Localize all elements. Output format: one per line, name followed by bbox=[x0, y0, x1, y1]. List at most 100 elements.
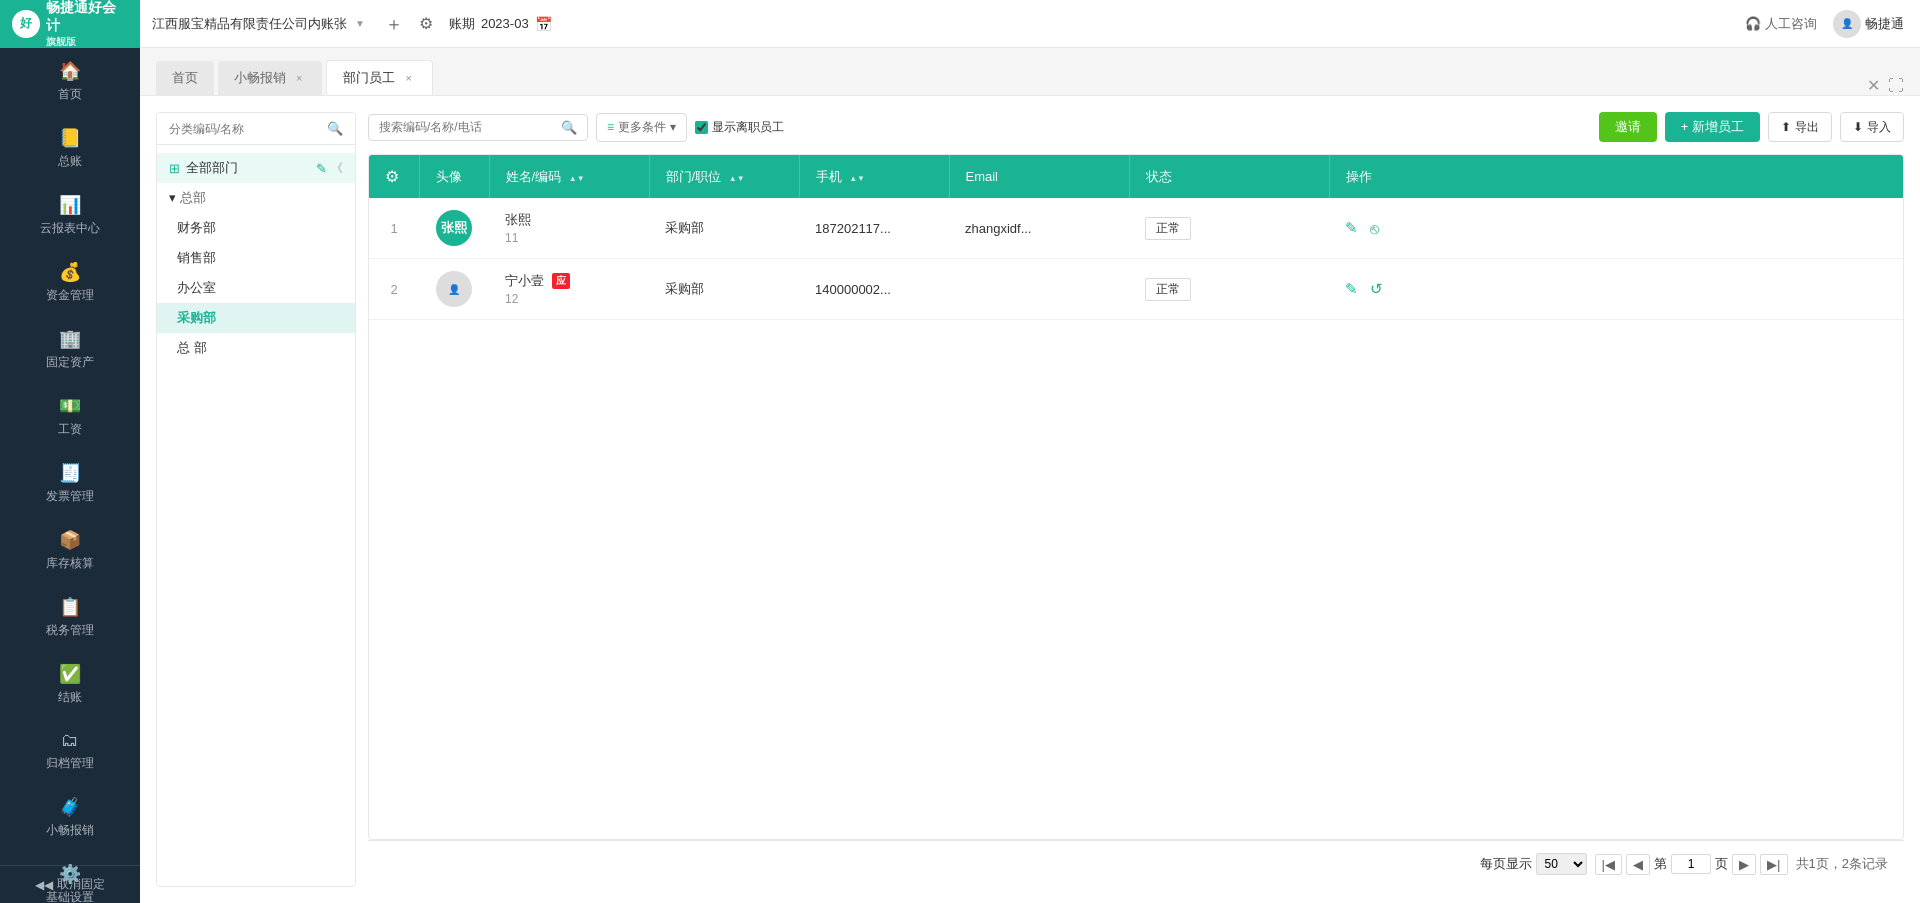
page-navigator: |◀ ◀ 第 页 ▶ ▶| bbox=[1595, 854, 1788, 875]
sidebar-item-ledger[interactable]: 📒 总账 bbox=[0, 115, 140, 182]
checkout-icon: ✅ bbox=[59, 663, 81, 685]
status-badge-2: 正常 bbox=[1145, 278, 1191, 301]
th-avatar: 头像 bbox=[419, 155, 489, 198]
ledger-icon: 📒 bbox=[59, 127, 81, 149]
th-phone-label: 手机 bbox=[816, 169, 842, 184]
filter-icon: ≡ bbox=[607, 120, 614, 134]
archive-icon: 🗂 bbox=[61, 730, 79, 751]
per-page-select[interactable]: 10 20 50 100 bbox=[1536, 853, 1587, 875]
sidebar-item-funds[interactable]: 💰 资金管理 bbox=[0, 249, 140, 316]
prev-page-button[interactable]: ◀ bbox=[1626, 854, 1650, 875]
invite-button[interactable]: 邀请 bbox=[1599, 112, 1657, 142]
import-button[interactable]: ⬇ 导入 bbox=[1840, 112, 1904, 142]
expand-icon[interactable]: ⛶ bbox=[1888, 77, 1904, 95]
dept-all-row[interactable]: ⊞ 全部部门 ✎ 《 bbox=[157, 153, 355, 183]
edit-icon-2[interactable]: ✎ bbox=[1345, 280, 1358, 298]
sidebar-item-archive[interactable]: 🗂 归档管理 bbox=[0, 718, 140, 784]
sort-arrows-dept: ▲▼ bbox=[729, 174, 745, 183]
page-label: 页 bbox=[1715, 855, 1728, 873]
top-bar: 好 畅捷通好会计 旗舰版 江西服宝精品有限责任公司内账张 ▼ ＋ ⚙ 账期 20… bbox=[0, 0, 1920, 48]
tab-expense[interactable]: 小畅报销 × bbox=[218, 61, 322, 95]
tab-dept-close[interactable]: × bbox=[401, 72, 415, 84]
employee-table-container: ⚙ 头像 姓名/编码 ▲▼ 部门/职位 ▲▼ bbox=[368, 154, 1904, 840]
employee-search-icon[interactable]: 🔍 bbox=[561, 120, 577, 135]
edit-icon-1[interactable]: ✎ bbox=[1345, 219, 1358, 237]
avatar-2: 👤 bbox=[436, 271, 472, 307]
user-menu[interactable]: 👤 畅捷通 bbox=[1833, 10, 1904, 38]
content-area: 首页 小畅报销 × 部门员工 × ✕ ⛶ 🔍 bbox=[140, 48, 1920, 903]
dept-item-zongbu2[interactable]: 总 部 bbox=[157, 333, 355, 363]
page-content: 🔍 ⊞ 全部部门 ✎ 《 ▾ bbox=[140, 96, 1920, 903]
sidebar-item-invoice[interactable]: 🧾 发票管理 bbox=[0, 450, 140, 517]
company-selector[interactable]: 江西服宝精品有限责任公司内账张 ▼ bbox=[140, 15, 377, 33]
dept-cell-1: 采购部 bbox=[649, 198, 799, 259]
main-right: 🔍 ≡ 更多条件 ▾ 显示离职员工 邀请 + 新增员工 bbox=[368, 112, 1904, 887]
th-phone[interactable]: 手机 ▲▼ bbox=[799, 155, 949, 198]
status-cell-2: 正常 bbox=[1129, 259, 1329, 320]
add-icon[interactable]: ＋ bbox=[377, 12, 411, 36]
status-badge-1: 正常 bbox=[1145, 217, 1191, 240]
sidebar-item-tax[interactable]: 📋 税务管理 bbox=[0, 584, 140, 651]
th-status: 状态 bbox=[1129, 155, 1329, 198]
refresh-icon-2[interactable]: ↺ bbox=[1370, 280, 1383, 298]
salary-icon: 💵 bbox=[59, 395, 81, 417]
th-settings[interactable]: ⚙ bbox=[369, 155, 419, 198]
tab-dept-employee[interactable]: 部门员工 × bbox=[326, 60, 432, 95]
filter-button[interactable]: ≡ 更多条件 ▾ bbox=[596, 113, 687, 142]
dept-item-bangongshi[interactable]: 办公室 bbox=[157, 273, 355, 303]
next-page-button[interactable]: ▶ bbox=[1732, 854, 1756, 875]
sidebar-item-salary[interactable]: 💵 工资 bbox=[0, 383, 140, 450]
dept-item-xiaoshoubu[interactable]: 销售部 bbox=[157, 243, 355, 273]
dept-item-caigoubu[interactable]: 采购部 bbox=[157, 303, 355, 333]
sidebar-item-cloud-report[interactable]: 📊 云报表中心 bbox=[0, 182, 140, 249]
period-selector[interactable]: 账期 2023-03 📅 bbox=[441, 15, 560, 33]
name-code-cell-1: 张熙 11 bbox=[489, 198, 649, 259]
sidebar-item-fixed-assets[interactable]: 🏢 固定资产 bbox=[0, 316, 140, 383]
email-cell-1: zhangxidf... bbox=[949, 198, 1129, 259]
service-button[interactable]: 🎧 人工咨询 bbox=[1745, 15, 1817, 33]
show-resigned-label: 显示离职员工 bbox=[712, 119, 784, 136]
sidebar-item-expense[interactable]: 🧳 小畅报销 bbox=[0, 784, 140, 851]
sidebar-item-home[interactable]: 🏠 首页 bbox=[0, 48, 140, 115]
page-size-selector: 每页显示 10 20 50 100 bbox=[1480, 853, 1587, 875]
last-page-button[interactable]: ▶| bbox=[1760, 854, 1787, 875]
dept-tree: 🔍 ⊞ 全部部门 ✎ 《 ▾ bbox=[156, 112, 356, 887]
th-dept-position[interactable]: 部门/职位 ▲▼ bbox=[649, 155, 799, 198]
sidebar-item-inventory[interactable]: 📦 库存核算 bbox=[0, 517, 140, 584]
page-input[interactable] bbox=[1671, 854, 1711, 874]
tab-expense-close[interactable]: × bbox=[292, 72, 306, 84]
dept-collapse-icon[interactable]: 《 bbox=[331, 160, 343, 177]
employee-name-1: 张熙 bbox=[505, 211, 633, 229]
dept-tree-header: 🔍 bbox=[157, 113, 355, 145]
dept-search-input[interactable] bbox=[169, 122, 323, 136]
sidebar-label-tax: 税务管理 bbox=[46, 622, 94, 639]
filter-label: 更多条件 bbox=[618, 119, 666, 136]
dept-edit-icon[interactable]: ✎ bbox=[316, 161, 327, 176]
sidebar-label-ledger: 总账 bbox=[58, 153, 82, 170]
export-button[interactable]: ⬆ 导出 bbox=[1768, 112, 1832, 142]
sidebar-label-salary: 工资 bbox=[58, 421, 82, 438]
show-resigned-checkbox[interactable] bbox=[695, 121, 708, 134]
dept-parent-zongbu[interactable]: ▾ 总部 bbox=[157, 183, 355, 213]
dept-item-caiwubu[interactable]: 财务部 bbox=[157, 213, 355, 243]
add-employee-button[interactable]: + 新增员工 bbox=[1665, 112, 1760, 142]
th-dept-label: 部门/职位 bbox=[666, 169, 722, 184]
dept-search-icon[interactable]: 🔍 bbox=[327, 121, 343, 136]
cancel-pin-label: 取消固定 bbox=[57, 876, 105, 893]
funds-icon: 💰 bbox=[59, 261, 81, 283]
actions-cell-1: ✎ ⎋ bbox=[1329, 198, 1903, 259]
logout-icon-1[interactable]: ⎋ bbox=[1370, 220, 1379, 237]
dept-item-label: 销售部 bbox=[177, 250, 216, 265]
employee-search-input[interactable] bbox=[379, 120, 555, 134]
chevron-down-icon: ▼ bbox=[355, 18, 365, 29]
th-name-code[interactable]: 姓名/编码 ▲▼ bbox=[489, 155, 649, 198]
close-icon[interactable]: ✕ bbox=[1867, 76, 1880, 95]
user-name: 畅捷通 bbox=[1865, 15, 1904, 33]
cancel-pin-button[interactable]: ◀◀ 取消固定 bbox=[0, 865, 140, 903]
tab-home[interactable]: 首页 bbox=[156, 61, 214, 95]
show-resigned-toggle[interactable]: 显示离职员工 bbox=[695, 119, 784, 136]
first-page-button[interactable]: |◀ bbox=[1595, 854, 1622, 875]
sidebar-item-checkout[interactable]: ✅ 结账 bbox=[0, 651, 140, 718]
settings-icon[interactable]: ⚙ bbox=[411, 14, 441, 33]
table-settings-icon[interactable]: ⚙ bbox=[385, 168, 399, 185]
